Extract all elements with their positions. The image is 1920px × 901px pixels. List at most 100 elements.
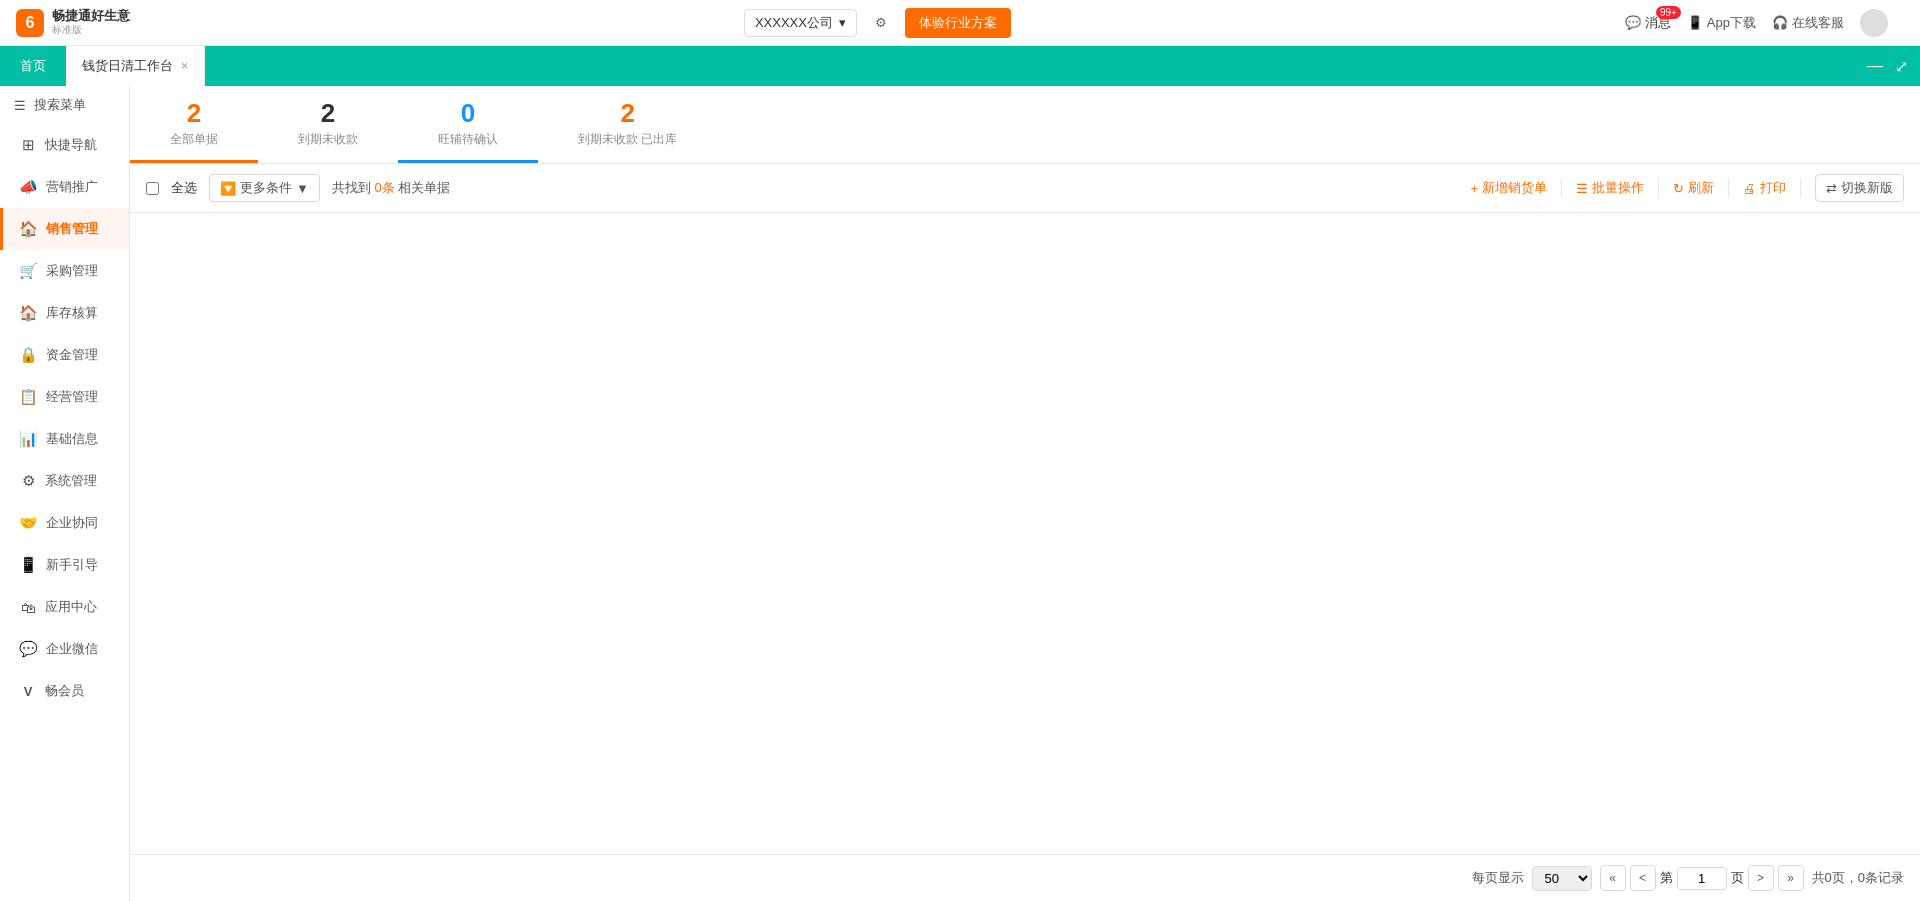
found-text: 共找到 0条 相关单据 (332, 179, 450, 197)
capital-icon: 🔒 (19, 346, 38, 364)
search-icon: ☰ (14, 98, 26, 113)
sidebar-item-member[interactable]: V 畅会员 (0, 670, 129, 712)
inventory-icon: 🏠 (19, 304, 38, 322)
found-count: 0条 (375, 180, 395, 195)
wechat-icon: 💬 (19, 640, 38, 658)
switch-icon: ⇄ (1826, 181, 1837, 196)
switch-version-button[interactable]: ⇄ 切换新版 (1815, 174, 1904, 202)
stats-tab-overdue[interactable]: 2 到期未收款 (258, 86, 398, 163)
headset-icon: 🎧 (1772, 15, 1788, 30)
select-all-label: 全选 (171, 179, 197, 197)
search-menu-label: 搜索菜单 (34, 96, 86, 114)
company-selector[interactable]: XXXXXX公司 ▾ (744, 9, 857, 37)
select-all-checkbox[interactable] (146, 182, 159, 195)
divider-4 (1800, 179, 1801, 197)
filter-icon: 🔽 (220, 181, 236, 196)
tab-bar: 首页 钱货日清工作台 × — ⤢ (0, 46, 1920, 86)
tab-current[interactable]: 钱货日清工作台 × (66, 46, 205, 86)
stats-tab-pending[interactable]: 0 旺辅待确认 (398, 86, 538, 163)
sidebar-item-marketing[interactable]: 📣 营销推广 (0, 166, 129, 208)
per-page-select[interactable]: 50 20 100 (1532, 866, 1592, 891)
sidebar-label-basic-info: 基础信息 (46, 430, 98, 448)
sidebar-item-guide[interactable]: 📱 新手引导 (0, 544, 129, 586)
stats-all-count: 2 (187, 98, 201, 129)
toolbar: 全选 🔽 更多条件 ▼ 共找到 0条 相关单据 + 新增销货单 (130, 164, 1920, 213)
sidebar-label-marketing: 营销推广 (46, 178, 98, 196)
sidebar-item-capital[interactable]: 🔒 资金管理 (0, 334, 129, 376)
message-icon: 💬 (1625, 15, 1641, 30)
add-sales-order-button[interactable]: + 新增销货单 (1470, 179, 1547, 197)
sales-icon: 🏠 (19, 220, 38, 238)
sidebar-label-quick-nav: 快捷导航 (45, 136, 97, 154)
avatar[interactable] (1860, 9, 1888, 37)
stats-tab-overdue-out[interactable]: 2 到期未收款 已出库 (538, 86, 717, 163)
batch-label: 批量操作 (1592, 179, 1644, 197)
experience-button[interactable]: 体验行业方案 (905, 8, 1011, 38)
header-right: 💬 消息 99+ 📱 App下载 🎧 在线客服 (1625, 9, 1904, 37)
sidebar-item-enterprise[interactable]: 🤝 企业协同 (0, 502, 129, 544)
filter-label: 更多条件 (240, 179, 292, 197)
page-next-button[interactable]: > (1748, 865, 1774, 891)
app-logo-icon: 6 (16, 9, 44, 37)
stats-overdue-count: 2 (321, 98, 335, 129)
sidebar-item-quick-nav[interactable]: ⊞ 快捷导航 (0, 124, 129, 166)
top-header: 6 畅捷通好生意 标准版 XXXXXX公司 ▾ ⚙ 体验行业方案 💬 消息 99… (0, 0, 1920, 46)
print-icon: 🖨 (1743, 181, 1756, 196)
tab-current-label: 钱货日清工作台 (82, 57, 173, 75)
search-menu-item[interactable]: ☰ 搜索菜单 (0, 86, 129, 124)
stats-overdue-out-label: 到期未收款 已出库 (578, 131, 677, 148)
sidebar-label-enterprise: 企业协同 (46, 514, 98, 532)
page-total: 共0页，0条记录 (1812, 869, 1904, 887)
settings-button[interactable]: ⚙ (867, 9, 895, 37)
stats-tab-all[interactable]: 2 全部单据 (130, 86, 258, 163)
logo-text-group: 畅捷通好生意 标准版 (52, 8, 130, 38)
found-prefix: 共找到 (332, 180, 371, 195)
sidebar-item-inventory[interactable]: 🏠 库存核算 (0, 292, 129, 334)
sidebar-label-member: 畅会员 (45, 682, 84, 700)
chevron-down-icon: ▾ (839, 15, 846, 30)
app-download-label: App下载 (1707, 14, 1756, 32)
tab-maximize-icon[interactable]: ⤢ (1891, 53, 1912, 80)
page-last-button[interactable]: » (1778, 865, 1804, 891)
message-button[interactable]: 💬 消息 99+ (1625, 14, 1671, 32)
stats-pending-count: 0 (461, 98, 475, 129)
print-button[interactable]: 🖨 打印 (1743, 179, 1786, 197)
guide-icon: 📱 (19, 556, 38, 574)
sidebar: ☰ 搜索菜单 ⊞ 快捷导航 📣 营销推广 🏠 销售管理 🛒 采购管理 🏠 库存核… (0, 86, 130, 901)
stats-pending-label: 旺辅待确认 (438, 131, 498, 148)
print-label: 打印 (1760, 179, 1786, 197)
logo-title: 畅捷通好生意 (52, 8, 130, 24)
sidebar-item-operations[interactable]: 📋 经营管理 (0, 376, 129, 418)
sidebar-item-purchase[interactable]: 🛒 采购管理 (0, 250, 129, 292)
filter-button[interactable]: 🔽 更多条件 ▼ (209, 174, 320, 202)
stats-tabs: 2 全部单据 2 到期未收款 0 旺辅待确认 2 到期未收款 已出库 (130, 86, 1920, 164)
sidebar-label-operations: 经营管理 (46, 388, 98, 406)
batch-icon: ☰ (1576, 181, 1588, 196)
operations-icon: 📋 (19, 388, 38, 406)
sidebar-item-sales[interactable]: 🏠 销售管理 (0, 208, 129, 250)
page-number-input[interactable] (1677, 867, 1727, 890)
sidebar-item-enterprise-wechat[interactable]: 💬 企业微信 (0, 628, 129, 670)
page-first-button[interactable]: « (1600, 865, 1626, 891)
page-suffix-text: 页 (1731, 869, 1744, 887)
switch-label: 切换新版 (1841, 179, 1893, 197)
stats-all-label: 全部单据 (170, 131, 218, 148)
pagination: 每页显示 50 20 100 « < 第 页 > » 共0页，0条记录 (130, 854, 1920, 901)
system-icon: ⚙ (19, 472, 37, 490)
batch-operations-button[interactable]: ☰ 批量操作 (1576, 179, 1644, 197)
logo-area: 6 畅捷通好生意 标准版 (16, 8, 130, 38)
online-service-button[interactable]: 🎧 在线客服 (1772, 14, 1844, 32)
tab-home[interactable]: 首页 (0, 46, 66, 86)
sidebar-label-app-center: 应用中心 (45, 598, 97, 616)
tab-minimize-icon[interactable]: — (1863, 53, 1887, 79)
sidebar-item-system[interactable]: ⚙ 系统管理 (0, 460, 129, 502)
page-prev-button[interactable]: < (1630, 865, 1656, 891)
sidebar-item-basic-info[interactable]: 📊 基础信息 (0, 418, 129, 460)
phone-icon: 📱 (1687, 15, 1703, 30)
tab-close-icon[interactable]: × (181, 59, 188, 73)
app-download-button[interactable]: 📱 App下载 (1687, 14, 1756, 32)
refresh-button[interactable]: ↻ 刷新 (1673, 179, 1714, 197)
sidebar-item-app-center[interactable]: 🛍 应用中心 (0, 586, 129, 628)
sidebar-label-guide: 新手引导 (46, 556, 98, 574)
sidebar-label-enterprise-wechat: 企业微信 (46, 640, 98, 658)
